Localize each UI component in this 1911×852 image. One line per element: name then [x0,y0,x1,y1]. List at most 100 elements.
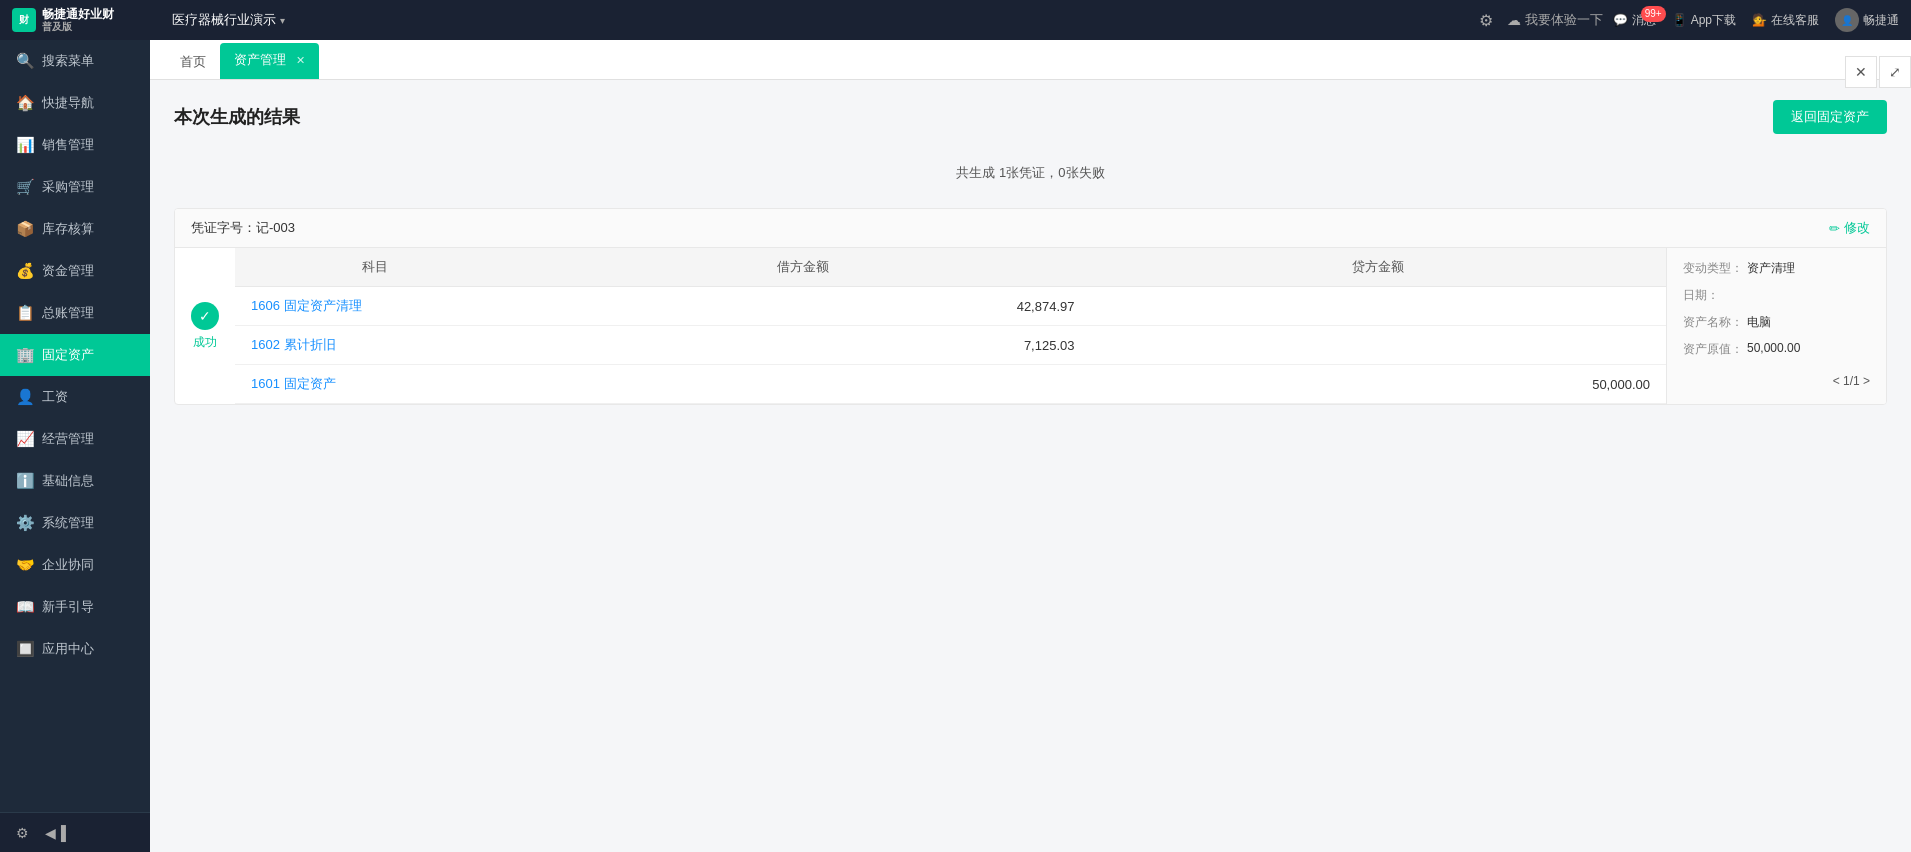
asset-name-label: 资产名称： [1683,314,1743,331]
sidebar-item-funds[interactable]: 💰 资金管理 [0,250,150,292]
purchase-icon: 🛒 [16,178,34,196]
sidebar-item-guide[interactable]: 📖 新手引导 [0,586,150,628]
system-icon: ⚙️ [16,514,34,532]
app-download-button[interactable]: 📱 App下载 [1672,12,1736,29]
guide-icon: 📖 [16,598,34,616]
check-icon: ✓ [199,308,211,324]
settings-icon[interactable]: ⚙ [1475,7,1497,34]
asset-name-row: 资产名称： 电脑 [1683,314,1870,331]
avatar: 👤 [1835,8,1859,32]
status-text: 成功 [193,334,217,351]
asset-name-value: 电脑 [1747,314,1771,331]
sidebar-item-label: 资金管理 [42,262,94,280]
company-name: 医疗器械行业演示 [172,11,276,29]
user-menu[interactable]: 👤 畅捷通 [1835,8,1899,32]
change-type-value: 资产清理 [1747,260,1795,277]
sales-icon: 📊 [16,136,34,154]
sidebar-item-inventory[interactable]: 📦库存核算 [0,208,150,250]
col-header-debit: 借方金额 [515,248,1091,287]
tab-close-icon[interactable]: ✕ [296,54,305,66]
tabbar: 首页 资产管理 ✕ [150,40,1911,80]
sidebar-item-label: 总账管理 [42,304,94,322]
sidebar-item-basic[interactable]: ℹ️基础信息 [0,460,150,502]
sidebar-item-ledger[interactable]: 📋 总账管理 [0,292,150,334]
change-type-label: 变动类型： [1683,260,1743,277]
company-selector[interactable]: 医疗器械行业演示 ▾ [172,11,1465,29]
sidebar-item-label: 搜索菜单 [42,52,94,70]
expand-button[interactable]: ⤢ [1879,80,1911,88]
funds-icon: 💰 [16,262,34,280]
sidebar-item-quicknav[interactable]: 🏠快捷导航 [0,82,150,124]
sidebar-item-enterprise[interactable]: 🤝企业协同 [0,544,150,586]
tab-assets-label: 资产管理 [234,52,286,67]
sidebar-item-system[interactable]: ⚙️ 系统管理 [0,502,150,544]
online-service-button[interactable]: 💁 在线客服 [1752,12,1819,29]
credit-cell: 50,000.00 [1091,365,1667,404]
original-value-row: 资产原值： 50,000.00 [1683,341,1870,358]
sidebar-scroll: 🔍 搜索菜单 🏠快捷导航 📊 销售管理 🛒采购管理📦库存核算 💰 资金管理 📋 总账管理 🏢 固定资产… [0,40,150,812]
topbar-right: 💬 消息 99+ 📱 App下载 💁 在线客服 👤 畅捷通 [1613,8,1899,32]
table-row: 1601 固定资产 50,000.00 [235,365,1666,404]
status-circle: ✓ [191,302,219,330]
close-button[interactable]: ✕ [1845,80,1877,88]
logo-subtitle: 普及版 [42,21,114,33]
subject-cell: 1606 固定资产清理 [235,287,515,326]
ledger-icon: 📋 [16,304,34,322]
logo-icon: 财 [12,8,36,32]
edit-icon: ✏ [1829,221,1840,236]
app-download-label: App下载 [1691,12,1736,29]
date-label: 日期： [1683,287,1719,304]
sidebar-item-operations[interactable]: 📈经营管理 [0,418,150,460]
experience-button[interactable]: ☁ 我要体验一下 [1507,11,1603,29]
sidebar-item-purchase[interactable]: 🛒采购管理 [0,166,150,208]
sidebar-item-label: 基础信息 [42,472,94,490]
sidebar-item-search[interactable]: 🔍 搜索菜单 [0,40,150,82]
chevron-down-icon: ▾ [280,15,285,26]
sidebar-collapse-icon[interactable]: ◀▐ [45,825,66,841]
col-header-subject: 科目 [235,248,515,287]
original-value-value: 50,000.00 [1747,341,1800,358]
sidebar-item-payroll[interactable]: 👤工资 [0,376,150,418]
sidebar-item-label: 库存核算 [42,220,94,238]
content-area: ✕ ⤢ 本次生成的结果 返回固定资产 共生成 1张凭证，0张失败 凭证字号：记-… [150,80,1911,852]
sidebar-item-label: 系统管理 [42,514,94,532]
original-value-label: 资产原值： [1683,341,1743,358]
voucher-layout: ✓ 成功 科目 借方金额 贷方金额 [175,248,1886,404]
sidebar-item-label: 销售管理 [42,136,94,154]
summary-text: 共生成 1张凭证，0张失败 [956,165,1104,180]
sidebar-item-label: 工资 [42,388,68,406]
sidebar-item-apps[interactable]: 🔲 应用中心 [0,628,150,670]
pagination[interactable]: < 1/1 > [1683,374,1870,388]
edit-button[interactable]: ✏ 修改 [1829,219,1870,237]
return-button[interactable]: 返回固定资产 [1773,100,1887,134]
sidebar-item-label: 固定资产 [42,346,94,364]
subject-cell: 1602 累计折旧 [235,326,515,365]
sidebar-item-assets[interactable]: 🏢 固定资产 [0,334,150,376]
debit-cell: 7,125.03 [515,326,1091,365]
search-icon: 🔍 [16,52,34,70]
subject-cell: 1601 固定资产 [235,365,515,404]
enterprise-icon: 🤝 [16,556,34,574]
notifications-button[interactable]: 💬 消息 99+ [1613,12,1656,29]
tab-home[interactable]: 首页 [166,45,220,79]
message-icon: 💬 [1613,13,1628,27]
cloud-icon: ☁ [1507,12,1521,28]
sidebar-item-label: 新手引导 [42,598,94,616]
topbar: 财 畅捷通好业财 普及版 医疗器械行业演示 ▾ ⚙ ☁ 我要体验一下 💬 消息 … [0,0,1911,40]
voucher-header: 凭证字号：记-003 ✏ 修改 [175,209,1886,248]
change-type-row: 变动类型： 资产清理 [1683,260,1870,277]
logo-name: 畅捷通好业财 [42,7,114,21]
assets-icon: 🏢 [16,346,34,364]
apps-icon: 🔲 [16,640,34,658]
sidebar-item-label: 应用中心 [42,640,94,658]
tab-assets[interactable]: 资产管理 ✕ [220,43,319,79]
service-icon: 💁 [1752,13,1767,27]
credit-cell [1091,287,1667,326]
sidebar-item-label: 经营管理 [42,430,94,448]
user-name: 畅捷通 [1863,12,1899,29]
main-content: 首页 资产管理 ✕ ✕ ⤢ 本次生成的结果 返回固定资产 [150,40,1911,852]
sidebar-settings-icon[interactable]: ⚙ [16,825,29,841]
voucher-number: 凭证字号：记-003 [191,219,295,237]
quicknav-icon: 🏠 [16,94,34,112]
sidebar-item-sales[interactable]: 📊 销售管理 [0,124,150,166]
